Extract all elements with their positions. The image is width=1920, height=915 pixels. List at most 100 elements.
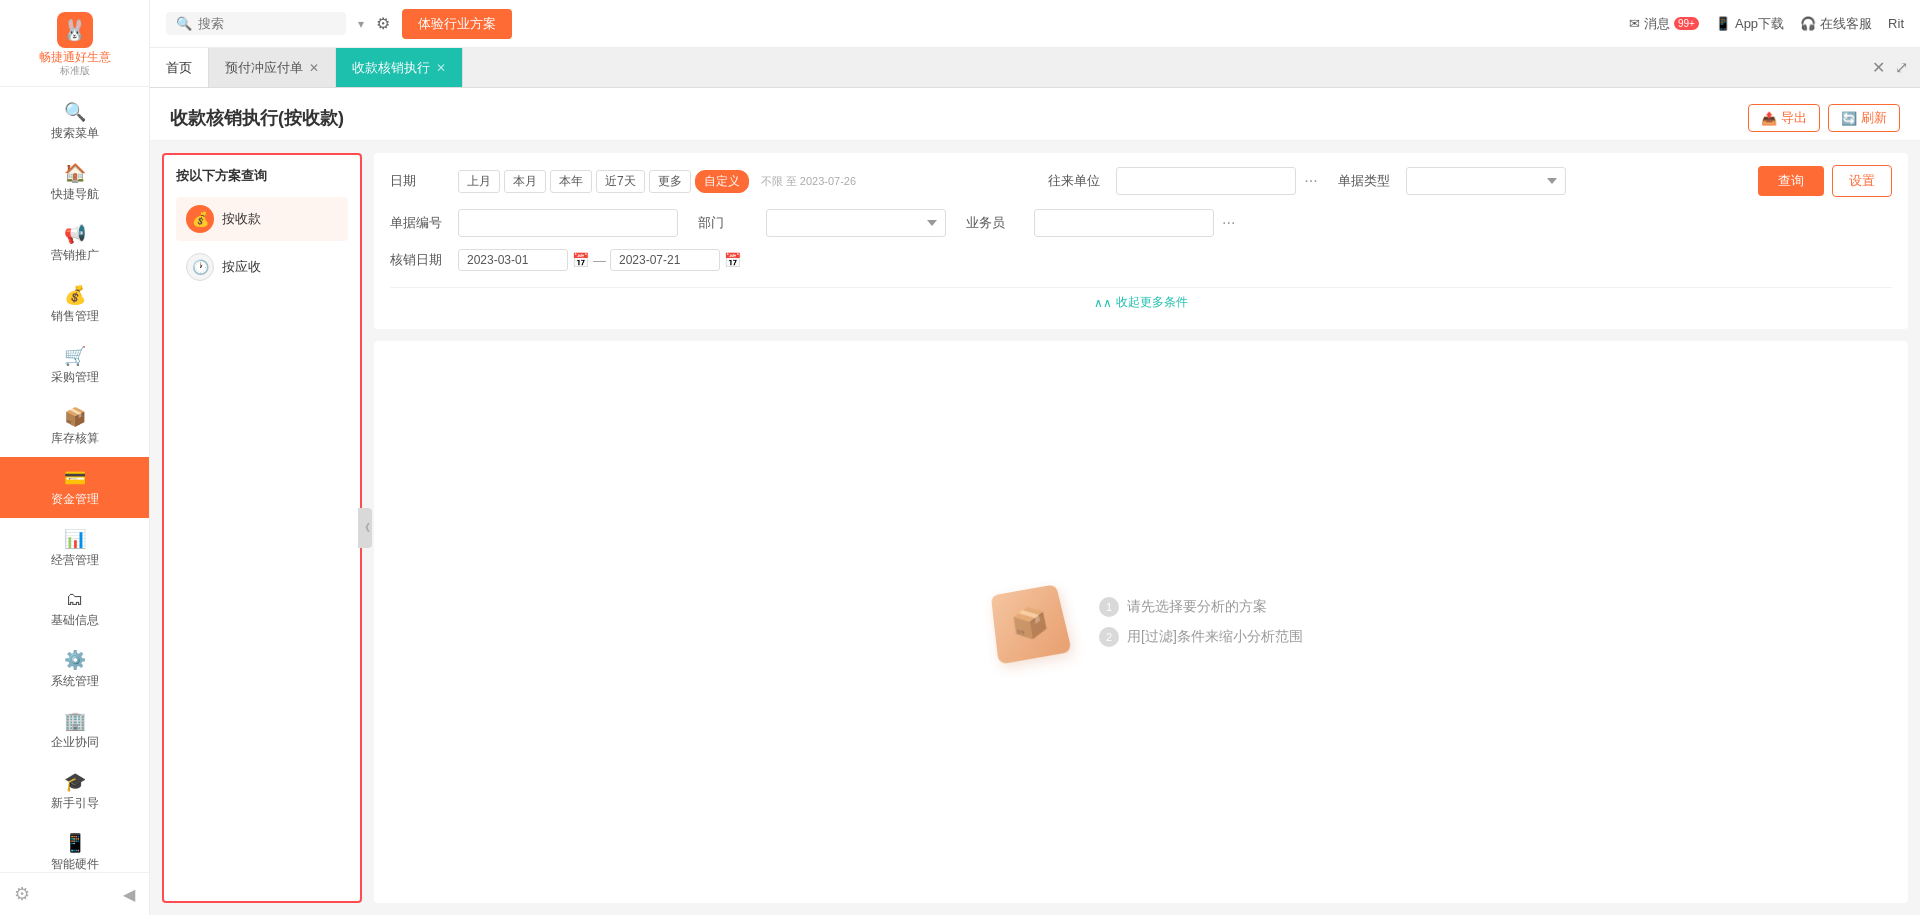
- sidebar-item-marketing[interactable]: 📢 营销推广: [0, 213, 149, 274]
- inventory-icon: 📦: [64, 406, 86, 428]
- sidebar-item-basic-info[interactable]: 🗂 基础信息: [0, 579, 149, 639]
- sidebar-item-finance[interactable]: 💳 资金管理: [0, 457, 149, 518]
- collection-icon: 💰: [186, 205, 214, 233]
- industry-btn[interactable]: 体验行业方案: [402, 9, 512, 39]
- partner-input[interactable]: [1116, 167, 1296, 195]
- sidebar-item-quick-nav[interactable]: 🏠 快捷导航: [0, 152, 149, 213]
- settings-btn[interactable]: 设置: [1832, 165, 1892, 197]
- online-service-btn[interactable]: 🎧 在线客服: [1800, 15, 1872, 33]
- staff-dots[interactable]: ···: [1222, 214, 1235, 232]
- enterprise-icon: 🏢: [64, 710, 86, 732]
- date-unlimited-label: 不限 至 2023-07-26: [761, 174, 856, 189]
- sidebar-item-label: 快捷导航: [51, 186, 99, 203]
- sidebar-item-label: 搜索菜单: [51, 125, 99, 142]
- query-btn[interactable]: 查询: [1758, 166, 1824, 196]
- guide-icon: 🎓: [64, 771, 86, 793]
- partner-label: 往来单位: [1048, 172, 1108, 190]
- sidebar-item-operations[interactable]: 📊 经营管理: [0, 518, 149, 579]
- filter-actions: 查询 设置: [1758, 165, 1892, 197]
- message-btn[interactable]: ✉ 消息 99+: [1629, 15, 1699, 33]
- calendar-start-icon[interactable]: 📅: [572, 252, 589, 268]
- verify-date-start-input[interactable]: [458, 249, 568, 271]
- filter-by-receivable[interactable]: 🕐 按应收: [176, 245, 348, 289]
- date-shortcuts: 上月 本月 本年 近7天 更多 自定义: [458, 170, 749, 193]
- voucher-no-input[interactable]: [458, 209, 678, 237]
- tab-collection-close-icon[interactable]: ✕: [436, 61, 446, 75]
- search-input[interactable]: [198, 16, 298, 31]
- export-icon: 📤: [1761, 111, 1777, 126]
- headset-icon: 🎧: [1800, 16, 1816, 31]
- sidebar-item-sales[interactable]: 💰 销售管理: [0, 274, 149, 335]
- settings-footer-icon[interactable]: ⚙: [14, 883, 30, 905]
- left-panel-collapse-icon[interactable]: 《: [358, 508, 372, 548]
- search-menu-icon: 🔍: [64, 101, 86, 123]
- phone-icon: 📱: [1715, 16, 1731, 31]
- sidebar-item-label: 库存核算: [51, 430, 99, 447]
- empty-box-icon: 📦: [991, 584, 1072, 664]
- collapse-sidebar-icon[interactable]: ◀: [123, 885, 135, 904]
- tab-prepay[interactable]: 预付冲应付单 ✕: [209, 48, 336, 87]
- filter-by-collection[interactable]: 💰 按收款: [176, 197, 348, 241]
- date-this-month[interactable]: 本月: [504, 170, 546, 193]
- voucher-type-select[interactable]: [1406, 167, 1566, 195]
- sidebar-item-label: 销售管理: [51, 308, 99, 325]
- content-area: 按以下方案查询 《 💰 按收款 🕐 按应收 日期 上月: [150, 141, 1920, 915]
- refresh-icon: 🔄: [1841, 111, 1857, 126]
- left-panel: 按以下方案查询 《 💰 按收款 🕐 按应收: [162, 153, 362, 903]
- tab-home[interactable]: 首页: [150, 48, 209, 87]
- maximize-icon[interactable]: ⤢: [1895, 58, 1908, 77]
- tab-prepay-label: 预付冲应付单: [225, 59, 303, 77]
- search-icon: 🔍: [176, 16, 192, 31]
- filter-row-3: 核销日期 📅 — 📅: [390, 249, 1892, 271]
- sidebar-nav: 🔍 搜索菜单 🏠 快捷导航 📢 营销推广 💰 销售管理 🛒 采购管理 📦 库存核…: [0, 87, 149, 872]
- close-window-icon[interactable]: ✕: [1872, 58, 1885, 77]
- tab-collection[interactable]: 收款核销执行 ✕: [336, 48, 463, 87]
- filter-receivable-label: 按应收: [222, 258, 261, 276]
- calendar-end-icon[interactable]: 📅: [724, 252, 741, 268]
- app-logo-icon: 🐰: [57, 12, 93, 48]
- export-btn[interactable]: 📤 导出: [1748, 104, 1820, 132]
- sidebar-item-search-menu[interactable]: 🔍 搜索菜单: [0, 91, 149, 152]
- message-label: 消息: [1644, 15, 1670, 33]
- sidebar-item-label: 智能硬件: [51, 856, 99, 872]
- partner-dots[interactable]: ···: [1304, 172, 1317, 190]
- voucher-no-group: 单据编号: [390, 209, 678, 237]
- filter-row-1: 日期 上月 本月 本年 近7天 更多 自定义 不限 至 2023-07-26 往…: [390, 165, 1892, 197]
- verify-date-group: 核销日期 📅 — 📅: [390, 249, 741, 271]
- verify-date-end-input[interactable]: [610, 249, 720, 271]
- sidebar-item-inventory[interactable]: 📦 库存核算: [0, 396, 149, 457]
- page-title: 收款核销执行(按收款): [170, 106, 344, 130]
- sidebar-item-guide[interactable]: 🎓 新手引导: [0, 761, 149, 822]
- user-name[interactable]: Rit: [1888, 16, 1904, 31]
- sidebar-item-system[interactable]: ⚙️ 系统管理: [0, 639, 149, 700]
- tab-prepay-close-icon[interactable]: ✕: [309, 61, 319, 75]
- topbar-search-area[interactable]: 🔍: [166, 12, 346, 35]
- app-download-btn[interactable]: 📱 App下载: [1715, 15, 1784, 33]
- sidebar-item-label: 营销推广: [51, 247, 99, 264]
- finance-icon: 💳: [64, 467, 86, 489]
- sidebar-item-label: 资金管理: [51, 491, 99, 508]
- date-this-year[interactable]: 本年: [550, 170, 592, 193]
- sidebar-item-hardware[interactable]: 📱 智能硬件: [0, 822, 149, 872]
- refresh-btn[interactable]: 🔄 刷新: [1828, 104, 1900, 132]
- date-last-7days[interactable]: 近7天: [596, 170, 645, 193]
- date-more[interactable]: 更多: [649, 170, 691, 193]
- message-icon: ✉: [1629, 16, 1640, 31]
- topbar-right: ✉ 消息 99+ 📱 App下载 🎧 在线客服 Rit: [1629, 15, 1904, 33]
- message-badge: 99+: [1674, 17, 1699, 30]
- app-badge: 标准版: [60, 64, 90, 78]
- sidebar-item-label: 新手引导: [51, 795, 99, 812]
- gear-icon[interactable]: ⚙: [376, 14, 390, 33]
- purchase-icon: 🛒: [64, 345, 86, 367]
- tabbar-right: ✕ ⤢: [1860, 48, 1920, 87]
- sidebar-item-label: 基础信息: [51, 612, 99, 629]
- hardware-icon: 📱: [64, 832, 86, 854]
- date-custom[interactable]: 自定义: [695, 170, 749, 193]
- sidebar-item-enterprise[interactable]: 🏢 企业协同: [0, 700, 149, 761]
- staff-input[interactable]: [1034, 209, 1214, 237]
- dept-group: 部门: [698, 209, 946, 237]
- dept-select[interactable]: [766, 209, 946, 237]
- collapse-more-btn[interactable]: ∧∧ 收起更多条件: [390, 287, 1892, 317]
- date-last-month[interactable]: 上月: [458, 170, 500, 193]
- sidebar-item-purchase[interactable]: 🛒 采购管理: [0, 335, 149, 396]
